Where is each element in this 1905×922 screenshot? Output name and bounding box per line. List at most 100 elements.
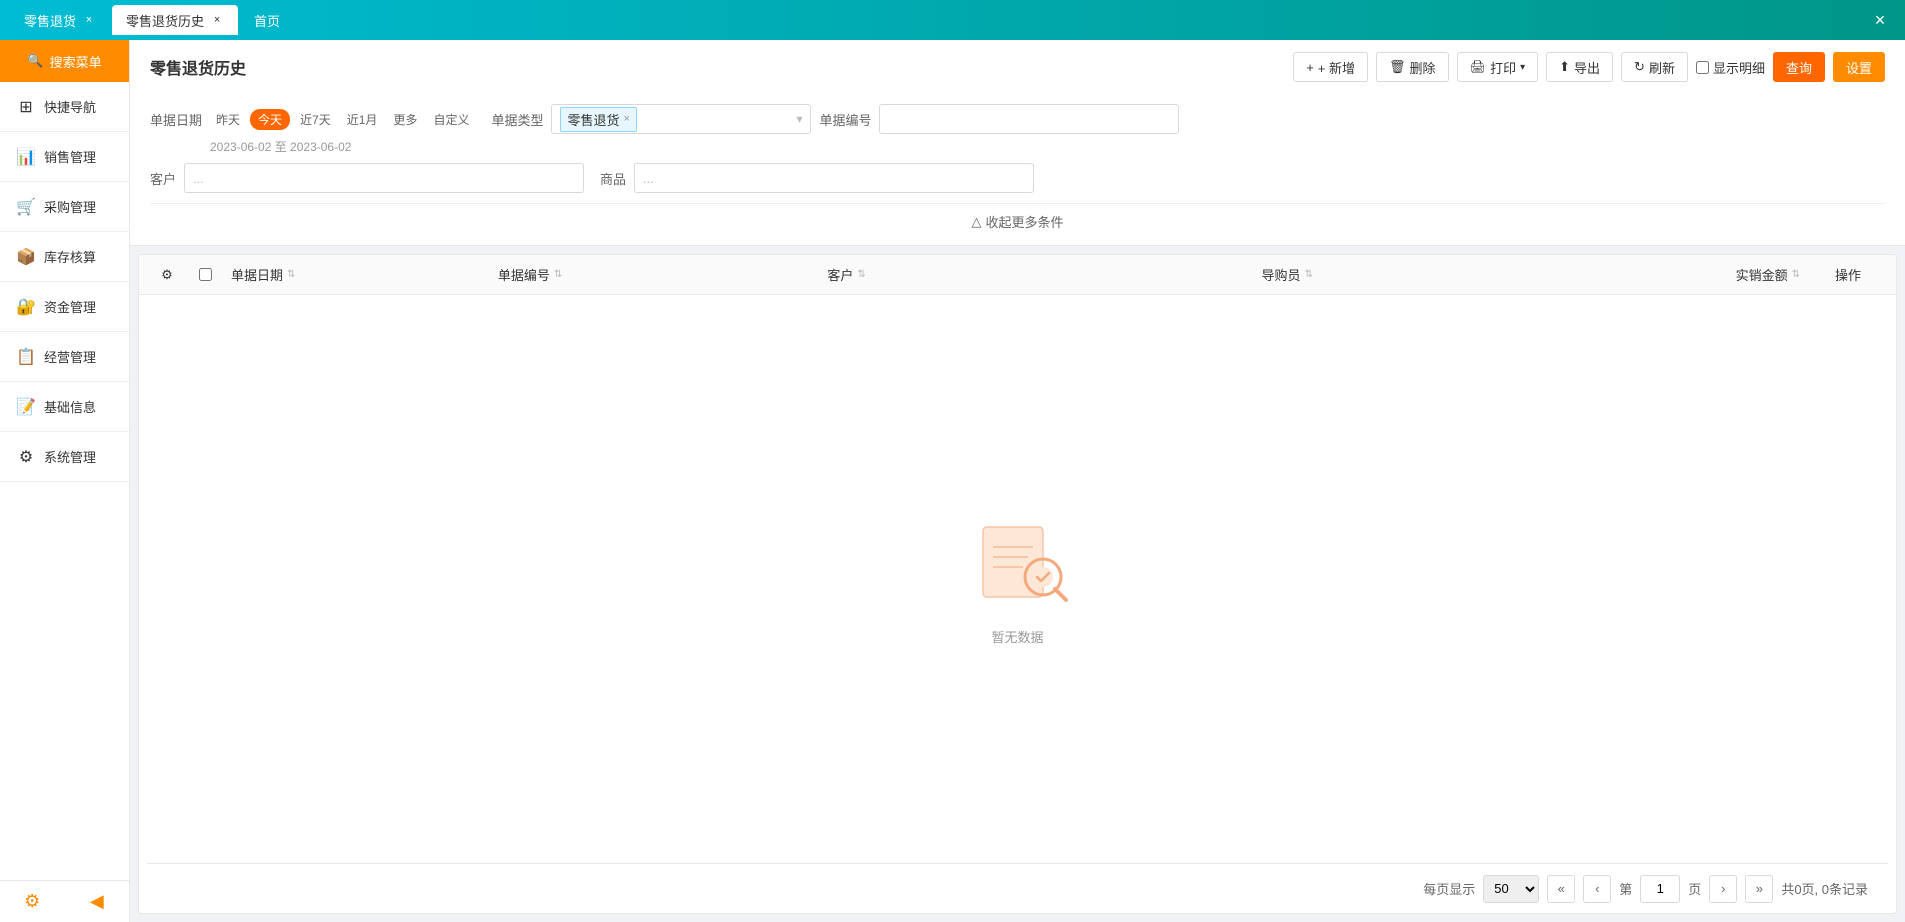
date-options: 昨天 今天 近7天 近1月 更多 自定义	[210, 109, 475, 130]
query-button[interactable]: 查询	[1773, 52, 1825, 82]
window-close-button[interactable]: ×	[1865, 5, 1895, 35]
doc-date-label: 单据日期	[150, 110, 202, 129]
refresh-button[interactable]: ↻ 刷新	[1621, 52, 1688, 82]
tab-retail-return[interactable]: 零售退货 ×	[10, 5, 110, 35]
th-amount[interactable]: 实销金额 ⇅	[1583, 265, 1808, 284]
th-date-label: 单据日期	[231, 265, 283, 284]
sidebar-item-sales-mgmt[interactable]: 📊 销售管理	[0, 132, 129, 182]
doc-type-select[interactable]: 零售退货 × ▾	[551, 104, 811, 134]
sidebar-nav: ⊞ 快捷导航 📊 销售管理 🛒 采购管理 📦 库存核算 🔐 资金管理 📋 经营管…	[0, 82, 129, 880]
customer-input[interactable]	[184, 163, 584, 193]
th-customer-sort-icon: ⇅	[857, 269, 865, 280]
filter-row-1: 单据日期 昨天 今天 近7天 近1月 更多 自定义 单据类型	[150, 104, 1885, 134]
th-checkbox[interactable]	[187, 268, 223, 281]
page-title-row: 零售退货历史 + + 新增 🗑 删除 🖨 打印 ▾	[150, 52, 1885, 82]
collapse-icon: △	[971, 214, 981, 230]
tab-home[interactable]: 首页	[240, 5, 294, 35]
empty-illustration	[958, 512, 1078, 615]
sidebar-item-quick-nav[interactable]: ⊞ 快捷导航	[0, 82, 129, 132]
th-date[interactable]: 单据日期 ⇅	[223, 265, 490, 284]
filter-row-2: 客户 商品	[150, 163, 1885, 193]
page-size-select[interactable]: 20 50 100	[1483, 875, 1539, 903]
tab-close-retail-return[interactable]: ×	[82, 13, 96, 27]
doc-no-input[interactable]	[879, 104, 1179, 134]
sidebar-icon-finance: 🔐	[16, 297, 36, 317]
export-button[interactable]: ⬆ 导出	[1546, 52, 1613, 82]
page-label: 第	[1619, 879, 1632, 898]
date-opt-yesterday[interactable]: 昨天	[210, 109, 246, 130]
sidebar-search[interactable]: 🔍 搜索菜单	[0, 40, 129, 82]
settings-icon: ⚙	[161, 267, 173, 283]
date-range-display: 2023-06-02 至 2023-06-02	[210, 138, 1885, 155]
date-opt-more[interactable]: 更多	[387, 109, 423, 130]
th-guide-sort-icon: ⇅	[1304, 269, 1312, 280]
table-header: ⚙ 单据日期 ⇅ 单据编号 ⇅ 客户 ⇅ 导购员	[139, 255, 1896, 295]
sidebar-search-label: 搜索菜单	[50, 52, 102, 71]
first-page-button[interactable]: «	[1547, 875, 1575, 903]
doc-type-tag: 零售退货 ×	[560, 107, 636, 132]
next-page-button[interactable]: ›	[1709, 875, 1737, 903]
th-guide[interactable]: 导购员 ⇅	[1253, 265, 1583, 284]
add-button[interactable]: + + 新增	[1293, 52, 1368, 82]
select-all-checkbox[interactable]	[199, 268, 212, 281]
search-icon: 🔍	[27, 53, 43, 69]
table-area: ⚙ 单据日期 ⇅ 单据编号 ⇅ 客户 ⇅ 导购员	[138, 254, 1897, 914]
sidebar-item-finance[interactable]: 🔐 资金管理	[0, 282, 129, 332]
sidebar-icon-quick-nav: ⊞	[16, 97, 36, 117]
print-dropdown-icon: ▾	[1520, 62, 1525, 73]
toolbar-buttons: + + 新增 🗑 删除 🖨 打印 ▾ ⬆ 导出	[1293, 52, 1885, 82]
th-amount-sort-icon: ⇅	[1792, 269, 1800, 280]
content-area: 零售退货历史 + + 新增 🗑 删除 🖨 打印 ▾	[130, 40, 1905, 922]
th-date-sort-icon: ⇅	[287, 269, 295, 280]
sidebar-item-inventory[interactable]: 📦 库存核算	[0, 232, 129, 282]
sidebar-icon-basic-info: 📝	[16, 397, 36, 417]
refresh-icon: ↻	[1634, 59, 1645, 75]
date-opt-custom[interactable]: 自定义	[427, 109, 475, 130]
tab-label-retail-return: 零售退货	[24, 11, 76, 30]
sidebar-item-purchase-mgmt[interactable]: 🛒 采购管理	[0, 182, 129, 232]
filter-area: 单据日期 昨天 今天 近7天 近1月 更多 自定义 单据类型	[150, 94, 1885, 245]
delete-button[interactable]: 🗑 删除	[1376, 52, 1449, 82]
th-customer-label: 客户	[827, 265, 853, 284]
prev-page-button[interactable]: ‹	[1583, 875, 1611, 903]
th-ops: 操作	[1808, 265, 1888, 284]
show-detail-checkbox[interactable]	[1696, 61, 1709, 74]
sidebar-label-purchase-mgmt: 采购管理	[44, 197, 96, 216]
product-input[interactable]	[634, 163, 1034, 193]
date-opt-1month[interactable]: 近1月	[341, 109, 384, 130]
date-opt-7days[interactable]: 近7天	[294, 109, 337, 130]
sidebar-item-sys-mgmt[interactable]: ⚙ 系统管理	[0, 432, 129, 482]
product-label: 商品	[600, 169, 626, 188]
sidebar-collapse-button[interactable]: ◀	[79, 884, 115, 920]
th-doc-no-label: 单据编号	[498, 265, 550, 284]
print-button[interactable]: 🖨 打印 ▾	[1457, 52, 1539, 82]
collapse-bar[interactable]: △ 收起更多条件	[150, 208, 1885, 235]
doc-type-tag-close[interactable]: ×	[623, 113, 629, 125]
show-detail-checkbox-label[interactable]: 显示明细	[1696, 58, 1765, 77]
th-settings[interactable]: ⚙	[147, 267, 187, 283]
tab-close-retail-return-history[interactable]: ×	[210, 13, 224, 27]
customer-label: 客户	[150, 169, 176, 188]
sidebar-label-inventory: 库存核算	[44, 247, 96, 266]
sidebar-item-ops-mgmt[interactable]: 📋 经营管理	[0, 332, 129, 382]
tab-retail-return-history[interactable]: 零售退货历史×	[112, 5, 238, 35]
page-number-input[interactable]	[1640, 875, 1680, 903]
filter-divider	[150, 203, 1885, 204]
doc-type-label: 单据类型	[491, 110, 543, 129]
filter-row-1-right: 单据类型 零售退货 × ▾ 单据编号	[491, 104, 1179, 134]
add-icon: +	[1306, 60, 1314, 75]
page-size-label: 每页显示	[1423, 879, 1475, 898]
last-page-button[interactable]: »	[1745, 875, 1773, 903]
th-doc-no[interactable]: 单据编号 ⇅	[490, 265, 820, 284]
filter-product: 商品	[600, 163, 1034, 193]
settings-button[interactable]: 设置	[1833, 52, 1885, 82]
sidebar-label-quick-nav: 快捷导航	[44, 97, 96, 116]
sidebar: 🔍 搜索菜单 ⊞ 快捷导航 📊 销售管理 🛒 采购管理 📦 库存核算 🔐 资金管…	[0, 40, 130, 922]
th-customer[interactable]: 客户 ⇅	[819, 265, 1253, 284]
date-opt-today[interactable]: 今天	[250, 109, 290, 130]
th-doc-no-sort-icon: ⇅	[554, 269, 562, 280]
sidebar-gear-button[interactable]: ⚙	[14, 884, 50, 920]
sidebar-item-basic-info[interactable]: 📝 基础信息	[0, 382, 129, 432]
page-suffix: 页	[1688, 879, 1701, 898]
sidebar-label-ops-mgmt: 经营管理	[44, 347, 96, 366]
